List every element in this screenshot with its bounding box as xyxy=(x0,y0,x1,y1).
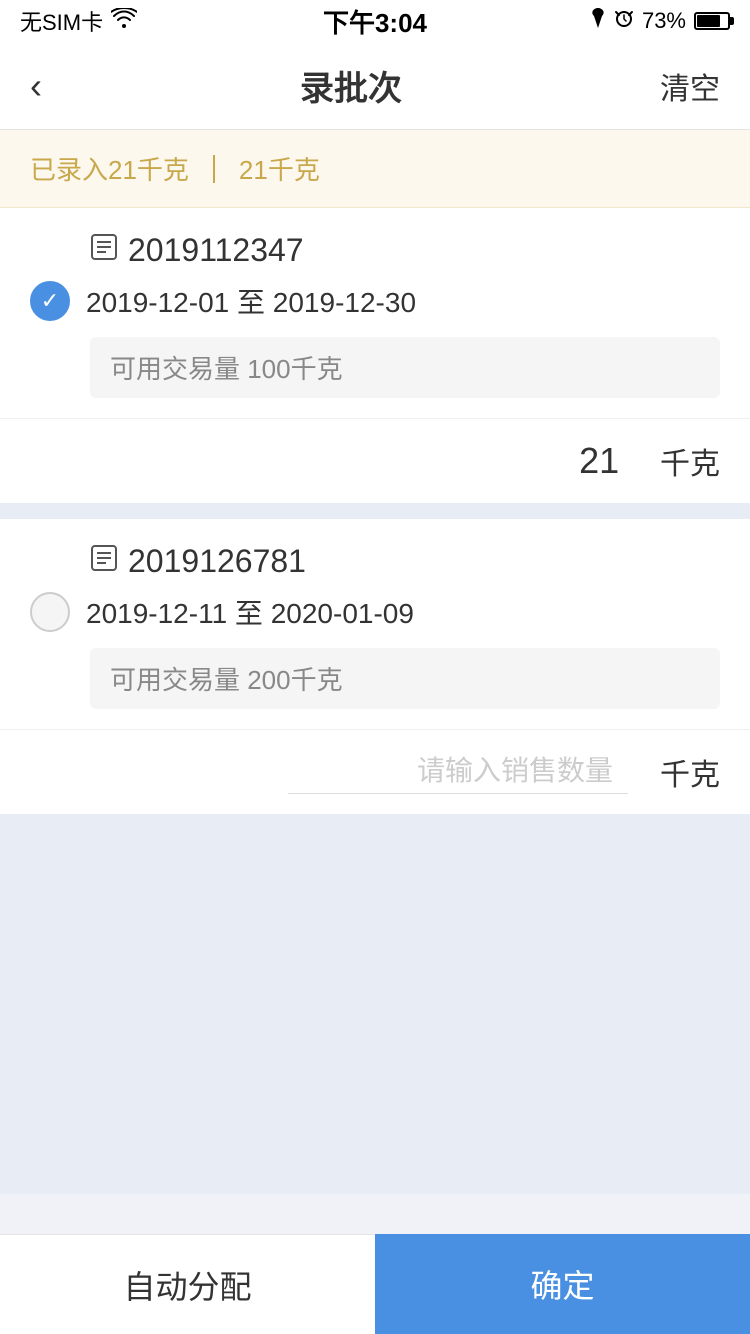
batch-volume-1: 可用交易量 100千克 xyxy=(90,337,720,398)
carrier-info: 无SIM卡 xyxy=(20,5,137,37)
quantity-unit-1: 千克 xyxy=(660,439,720,483)
check-icon-1: ✓ xyxy=(41,288,59,314)
quantity-value-1: 21 xyxy=(579,440,619,482)
batch-id-row-2: 2019126781 xyxy=(90,543,720,580)
batch-date-row-2[interactable]: 2019-12-11 至 2020-01-09 xyxy=(30,592,720,632)
battery-text: 73% xyxy=(642,8,686,34)
status-time: 下午3:04 xyxy=(323,3,427,40)
quantity-row-2: 千克 xyxy=(0,729,750,814)
quantity-unit-2: 千克 xyxy=(660,750,720,794)
batch-item-2: 2019126781 2019-12-11 至 2020-01-09 可用交易量… xyxy=(0,519,750,814)
carrier-text: 无SIM卡 xyxy=(20,5,103,37)
quantity-input-2[interactable] xyxy=(328,750,628,789)
bottom-buttons: 自动分配 确定 xyxy=(0,1234,750,1334)
batch-id-row-1: 2019112347 xyxy=(90,232,720,269)
system-icons: 73% xyxy=(590,8,730,34)
page-title: 录批次 xyxy=(300,61,402,110)
batch-date-2: 2019-12-11 至 2020-01-09 xyxy=(86,592,414,632)
batch-radio-2[interactable] xyxy=(30,592,70,632)
batch-item-1: 2019112347 ✓ 2019-12-01 至 2019-12-30 可用交… xyxy=(0,208,750,503)
wifi-icon xyxy=(111,8,137,34)
nav-bar: ‹ 录批次 清空 xyxy=(0,42,750,130)
input-underline xyxy=(288,793,628,794)
batch-id-2: 2019126781 xyxy=(128,543,306,580)
batch-date-1: 2019-12-01 至 2019-12-30 xyxy=(86,281,416,321)
battery-icon xyxy=(694,12,730,30)
batch-icon-2 xyxy=(90,544,118,579)
batch-volume-2: 可用交易量 200千克 xyxy=(90,648,720,709)
section-divider xyxy=(0,503,750,519)
empty-area xyxy=(0,814,750,1194)
status-bar: 无SIM卡 下午3:04 73% xyxy=(0,0,750,42)
back-button[interactable]: ‹ xyxy=(30,65,42,107)
auto-distribute-button[interactable]: 自动分配 xyxy=(0,1234,375,1334)
batch-date-row-1[interactable]: ✓ 2019-12-01 至 2019-12-30 xyxy=(30,281,720,321)
recorded-value: 21千克 xyxy=(239,150,320,187)
alarm-icon xyxy=(614,8,634,34)
clear-button[interactable]: 清空 xyxy=(660,64,720,108)
recorded-amount: 已录入21千克 xyxy=(30,150,189,187)
location-icon xyxy=(590,8,606,34)
banner-divider xyxy=(213,155,215,183)
batch-icon-1 xyxy=(90,233,118,268)
confirm-button[interactable]: 确定 xyxy=(375,1234,750,1334)
quantity-row-1: 21 千克 xyxy=(0,418,750,503)
quantity-input-area-2[interactable] xyxy=(30,750,628,794)
info-banner: 已录入21千克 21千克 xyxy=(0,130,750,208)
batch-id-1: 2019112347 xyxy=(128,232,304,269)
batch-radio-1[interactable]: ✓ xyxy=(30,281,70,321)
